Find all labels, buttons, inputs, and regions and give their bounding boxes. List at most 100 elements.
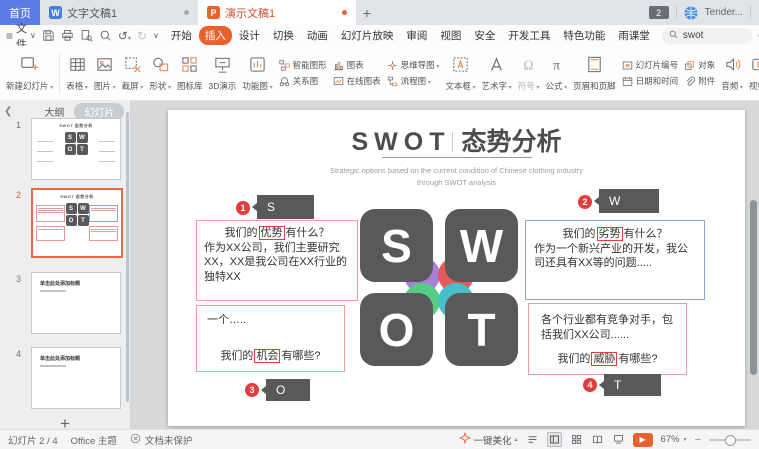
menu-features[interactable]: 特色功能 (557, 26, 611, 45)
mindmap-button[interactable]: 思维导图 (387, 59, 440, 71)
online-chart-button[interactable]: 在线图表 (333, 75, 381, 87)
print-button[interactable] (61, 29, 74, 43)
textbox-button[interactable]: 文本框 (442, 53, 478, 94)
close-tab-icon[interactable] (184, 10, 189, 15)
tag-t-label[interactable]: T (604, 374, 661, 396)
user-avatar[interactable] (684, 6, 698, 20)
zoom-out-button[interactable]: − (695, 434, 701, 446)
save-button[interactable] (42, 29, 55, 43)
menu-rainclass[interactable]: 雨课堂 (612, 26, 656, 45)
swot-tile-t[interactable]: T (445, 293, 518, 366)
print-preview-button[interactable] (80, 29, 93, 43)
relation-chart-button[interactable]: 关系图 (279, 75, 327, 87)
flowchart-button[interactable]: 流程图 (387, 75, 440, 87)
object-button[interactable]: 对象 (684, 59, 715, 71)
menu-design[interactable]: 设计 (233, 26, 266, 45)
new-tab-button[interactable]: + (356, 2, 378, 24)
menu-view[interactable]: 视图 (434, 26, 467, 45)
screenshot-button[interactable]: 截屏 (119, 53, 147, 94)
formula-button[interactable]: π 公式 (542, 53, 570, 94)
icon-library-button[interactable]: 图标库 (174, 53, 206, 94)
menu-slideshow[interactable]: 幻灯片放映 (335, 26, 400, 45)
menu-animation[interactable]: 动画 (301, 26, 334, 45)
reading-view-button[interactable] (591, 433, 604, 446)
weakness-body: 作为一个新兴产业的开发，我公司还具有XX等的问题..... (534, 242, 696, 271)
tag-w-label[interactable]: W (599, 189, 659, 213)
canvas-scrollbar[interactable] (750, 100, 758, 430)
strength-textbox[interactable]: 我们的优势有什么？ 作为XX公司，我们主要研究XX，XX是我公司在XX行业的独特… (196, 220, 358, 301)
notes-view-button[interactable] (612, 433, 625, 446)
slideshow-play-button[interactable]: ▶ (633, 433, 653, 447)
zoom-slider-knob[interactable] (725, 435, 736, 446)
highlight-box: 威胁 (591, 352, 617, 366)
swot-tile-o[interactable]: O (360, 293, 433, 366)
beautify-icon (459, 432, 471, 447)
swot-tile-s[interactable]: S (360, 209, 433, 282)
weakness-textbox[interactable]: 我们的劣势有什么？ 作为一个新兴产业的开发，我公司还具有XX等的问题..... (525, 220, 705, 300)
tab-outline[interactable]: 大纲 (44, 104, 64, 119)
collapse-panel-icon[interactable]: ❮ (4, 106, 12, 117)
zoom-slider[interactable] (709, 439, 751, 441)
object-column: 对象 附件 (681, 59, 718, 87)
menu-devtools[interactable]: 开发工具 (502, 26, 556, 45)
slide-2-editor[interactable]: SWOT态势分析 Strategic options based on the … (168, 110, 745, 426)
slide-thumbnail-2[interactable]: SWOT 态势分析 S W O T (31, 188, 123, 258)
tag-o-label[interactable]: O (266, 379, 310, 401)
thumb-placeholder-title: 单击此处添加标题 (40, 355, 120, 362)
notification-badge[interactable]: 2 (649, 6, 669, 19)
menu-review[interactable]: 审阅 (400, 26, 433, 45)
header-footer-button[interactable]: 页眉和页脚 (570, 53, 619, 94)
doc-tab-presentation[interactable]: P 演示文稿1 (198, 0, 356, 25)
slide-thumbnail-4[interactable]: 单击此处添加标题 (31, 347, 121, 409)
function-chart-button[interactable]: 功能图 (239, 53, 275, 94)
tag-s-label[interactable]: S (257, 195, 314, 219)
beautify-button[interactable]: 一键美化 ▴ (459, 432, 518, 447)
table-button[interactable]: 表格 (63, 53, 91, 94)
zoom-level[interactable]: 67%▾ (661, 434, 687, 445)
divider (59, 53, 60, 93)
protection-status[interactable]: 文档未保护 (130, 433, 193, 447)
scrollbar-thumb[interactable] (750, 200, 757, 375)
smartart-button[interactable]: 智能图形 (279, 59, 327, 71)
shapes-button[interactable]: 形状 (146, 53, 174, 94)
picture-button[interactable]: 图片 (91, 53, 119, 94)
opportunity-textbox[interactable]: 一个….. 我们的机会有哪些? (196, 305, 345, 372)
collapse-ribbon-icon[interactable]: ∨ (153, 32, 159, 40)
menu-security[interactable]: 安全 (468, 26, 501, 45)
swot-tile-w[interactable]: W (445, 209, 518, 282)
new-slide-button[interactable]: 新建幻灯片 (3, 53, 56, 94)
audio-button[interactable]: 音频 (718, 53, 746, 94)
find-button[interactable] (99, 29, 112, 43)
slide-title[interactable]: SWOT态势分析 (168, 122, 745, 158)
normal-view-button[interactable] (547, 432, 562, 447)
doc-tab-writer[interactable]: W 文字文稿1 (40, 0, 198, 25)
slide-thumbnail-1[interactable]: SWOT 态势分析 S W O T (31, 118, 121, 180)
datetime-icon (622, 76, 633, 87)
chart-button[interactable]: 图表 (333, 59, 381, 71)
search-input[interactable] (681, 29, 745, 42)
slide-subtitle[interactable]: Strategic options based on the current c… (168, 165, 745, 189)
slide-number-button[interactable]: 幻灯片编号 (622, 59, 679, 71)
outline-view-button[interactable] (526, 433, 539, 446)
3d-demo-button[interactable]: 3D演示 (206, 53, 240, 94)
attachment-button[interactable]: 附件 (684, 75, 715, 87)
slide-sorter-button[interactable] (570, 433, 583, 446)
symbol-button[interactable]: Ω 符号 (515, 53, 543, 94)
menu-transition[interactable]: 切换 (267, 26, 300, 45)
threat-textbox[interactable]: 各个行业都有竞争对手，包括我们XX公司...... 我们的威胁有哪些? (528, 303, 687, 375)
slide-thumbnail-3[interactable]: 单击此处添加标题 (31, 272, 121, 334)
search-box[interactable] (662, 28, 752, 44)
datetime-button[interactable]: 日期和时间 (622, 75, 679, 87)
theme-label[interactable]: Office 主题 (71, 433, 117, 447)
user-name[interactable]: Tender... (705, 7, 743, 18)
redo-button[interactable]: ↻ (137, 30, 147, 42)
undo-button[interactable]: ↺▾ (118, 30, 131, 42)
thumb-textbox (89, 205, 118, 222)
wordart-button[interactable]: 艺术字 (479, 53, 515, 94)
tab-slides[interactable]: 幻灯片 (74, 103, 124, 120)
menu-insert[interactable]: 插入 (199, 26, 232, 45)
audio-icon (723, 55, 742, 77)
video-button[interactable]: 视频 (746, 53, 759, 94)
panel-scrollbar[interactable] (126, 112, 129, 402)
menu-start[interactable]: 开始 (165, 26, 198, 45)
